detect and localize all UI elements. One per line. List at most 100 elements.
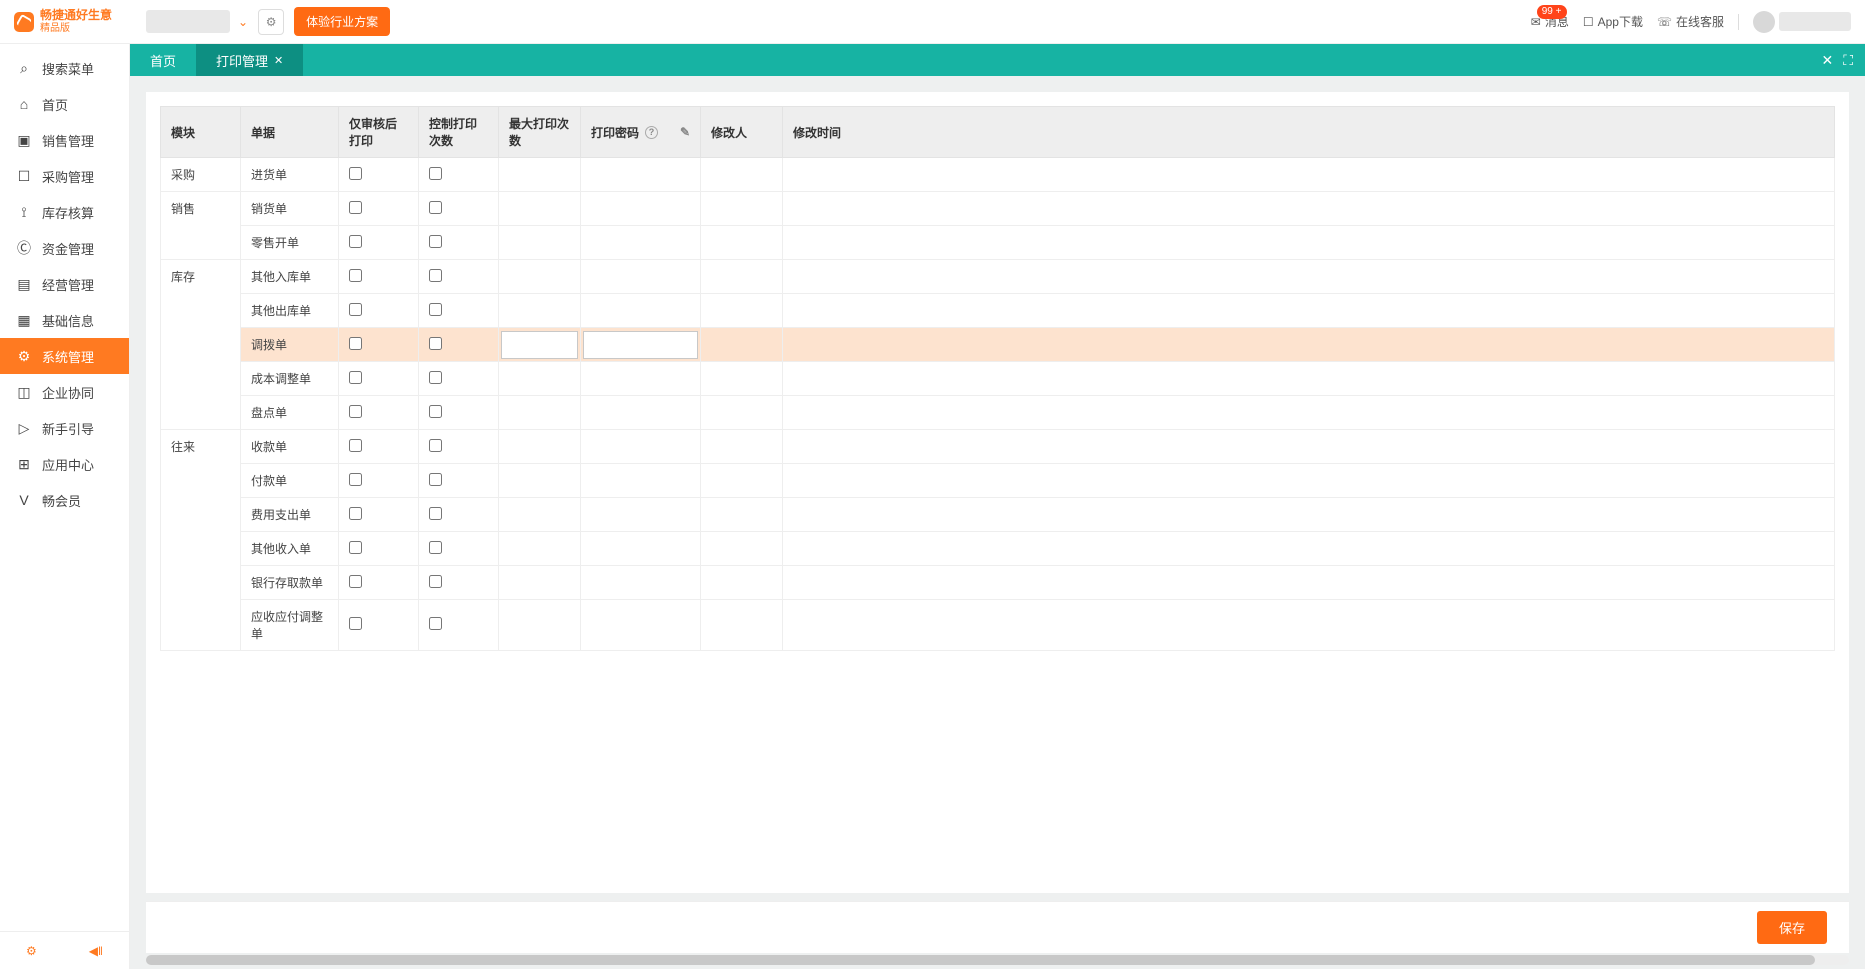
- phone-icon: ☐: [1583, 15, 1594, 29]
- audit-only-checkbox[interactable]: [349, 167, 362, 180]
- table-row: 零售开单: [161, 226, 1835, 260]
- audit-only-checkbox[interactable]: [349, 303, 362, 316]
- audit-only-cell: [339, 464, 419, 498]
- ctrl-count-checkbox[interactable]: [429, 167, 442, 180]
- doc-cell: 银行存取款单: [241, 566, 339, 600]
- table-row: 采购进货单: [161, 158, 1835, 192]
- sidebar-item-biz-mgmt[interactable]: ▤经营管理: [0, 266, 129, 302]
- sidebar-item-purchase-mgmt[interactable]: ☐采购管理: [0, 158, 129, 194]
- doc-cell: 其他出库单: [241, 294, 339, 328]
- tab-label: 打印管理: [216, 51, 268, 70]
- help-icon[interactable]: ?: [645, 126, 658, 139]
- audit-only-checkbox[interactable]: [349, 337, 362, 350]
- audit-only-checkbox[interactable]: [349, 507, 362, 520]
- audit-only-checkbox[interactable]: [349, 371, 362, 384]
- tab-首页[interactable]: 首页: [130, 44, 196, 76]
- ctrl-count-checkbox[interactable]: [429, 473, 442, 486]
- sidebar-item-inventory-acct[interactable]: ⟟库存核算: [0, 194, 129, 230]
- sidebar-item-fund-mgmt[interactable]: Ⓒ资金管理: [0, 230, 129, 266]
- ctrl-count-checkbox[interactable]: [429, 269, 442, 282]
- home-icon: ⌂: [16, 96, 32, 112]
- online-service-button[interactable]: ☏ 在线客服: [1657, 13, 1724, 30]
- audit-only-checkbox[interactable]: [349, 201, 362, 214]
- audit-only-cell: [339, 226, 419, 260]
- audit-only-checkbox[interactable]: [349, 575, 362, 588]
- sidebar-item-search-menu[interactable]: ⌕搜索菜单: [0, 50, 129, 86]
- sidebar-collapse-icon[interactable]: ◀‖: [89, 944, 103, 958]
- sidebar-item-guide[interactable]: ▷新手引导: [0, 410, 129, 446]
- ctrl-count-checkbox[interactable]: [429, 507, 442, 520]
- tab-打印管理[interactable]: 打印管理 ✕: [196, 44, 303, 76]
- footer-bar: 保存: [146, 901, 1849, 953]
- modifier-cell: [701, 566, 783, 600]
- doc-cell: 其他入库单: [241, 260, 339, 294]
- app-download-button[interactable]: ☐ App下载: [1583, 13, 1643, 30]
- sidebar-item-member[interactable]: V畅会员: [0, 482, 129, 518]
- sidebar-item-sales-mgmt[interactable]: ▣销售管理: [0, 122, 129, 158]
- doc-cell: 进货单: [241, 158, 339, 192]
- print-password-input[interactable]: [583, 331, 698, 359]
- sidebar-item-collab[interactable]: ◫企业协同: [0, 374, 129, 410]
- topbar: 畅捷通好生意 精品版 ⌄ ⚙ 体验行业方案 99 + ✉ 消息 ☐ App下载: [0, 0, 1865, 44]
- ctrl-count-checkbox[interactable]: [429, 371, 442, 384]
- max-count-cell: [499, 396, 581, 430]
- max-count-cell: [499, 158, 581, 192]
- ctrl-count-checkbox[interactable]: [429, 235, 442, 248]
- audit-only-cell: [339, 192, 419, 226]
- shop-selector[interactable]: ⌄: [146, 10, 248, 33]
- sidebar-item-app-center[interactable]: ⊞应用中心: [0, 446, 129, 482]
- max-count-input[interactable]: [501, 331, 578, 359]
- mod-time-cell: [783, 396, 1835, 430]
- table-row: 应收应付调整单: [161, 600, 1835, 651]
- sidebar-item-home[interactable]: ⌂首页: [0, 86, 129, 122]
- modifier-cell: [701, 226, 783, 260]
- audit-only-cell: [339, 328, 419, 362]
- ctrl-count-checkbox[interactable]: [429, 617, 442, 630]
- ctrl-count-checkbox[interactable]: [429, 439, 442, 452]
- audit-only-checkbox[interactable]: [349, 235, 362, 248]
- pwd-cell: [581, 260, 701, 294]
- max-count-cell: [499, 566, 581, 600]
- audit-only-cell: [339, 294, 419, 328]
- modifier-cell: [701, 158, 783, 192]
- ctrl-count-checkbox[interactable]: [429, 575, 442, 588]
- close-icon[interactable]: ✕: [274, 54, 283, 67]
- doc-cell: 成本调整单: [241, 362, 339, 396]
- ctrl-count-checkbox[interactable]: [429, 303, 442, 316]
- tab-close-all-icon[interactable]: ✕: [1821, 52, 1833, 69]
- doc-cell: 收款单: [241, 430, 339, 464]
- mod-time-cell: [783, 294, 1835, 328]
- audit-only-checkbox[interactable]: [349, 473, 362, 486]
- audit-only-checkbox[interactable]: [349, 617, 362, 630]
- pwd-cell: [581, 430, 701, 464]
- ctrl-count-checkbox[interactable]: [429, 201, 442, 214]
- pwd-cell: [581, 158, 701, 192]
- ctrl-count-checkbox[interactable]: [429, 541, 442, 554]
- audit-only-checkbox[interactable]: [349, 541, 362, 554]
- ctrl-count-checkbox[interactable]: [429, 405, 442, 418]
- sidebar-item-system-mgmt[interactable]: ⚙系统管理: [0, 338, 129, 374]
- ctrl-count-cell: [419, 498, 499, 532]
- save-button[interactable]: 保存: [1757, 911, 1827, 944]
- sidebar-item-label: 销售管理: [42, 131, 94, 150]
- industry-plan-button[interactable]: 体验行业方案: [294, 7, 390, 36]
- ctrl-count-cell: [419, 260, 499, 294]
- audit-only-checkbox[interactable]: [349, 405, 362, 418]
- system-mgmt-icon: ⚙: [16, 348, 32, 365]
- message-badge: 99 +: [1537, 5, 1567, 19]
- collab-icon: ◫: [16, 384, 32, 401]
- audit-only-checkbox[interactable]: [349, 439, 362, 452]
- audit-only-checkbox[interactable]: [349, 269, 362, 282]
- message-button[interactable]: 99 + ✉ 消息: [1531, 13, 1569, 30]
- sidebar-settings-icon[interactable]: ⚙: [26, 944, 37, 958]
- settings-button[interactable]: ⚙: [258, 9, 284, 35]
- sidebar-item-basic-info[interactable]: ▦基础信息: [0, 302, 129, 338]
- audit-only-cell: [339, 396, 419, 430]
- fund-mgmt-icon: Ⓒ: [16, 238, 32, 258]
- edit-icon[interactable]: ✎: [680, 125, 690, 139]
- brand-icon: [14, 12, 34, 32]
- user-menu[interactable]: [1753, 11, 1851, 33]
- horizontal-scrollbar[interactable]: [146, 955, 1849, 965]
- fullscreen-icon[interactable]: ⛶: [1843, 52, 1853, 69]
- ctrl-count-checkbox[interactable]: [429, 337, 442, 350]
